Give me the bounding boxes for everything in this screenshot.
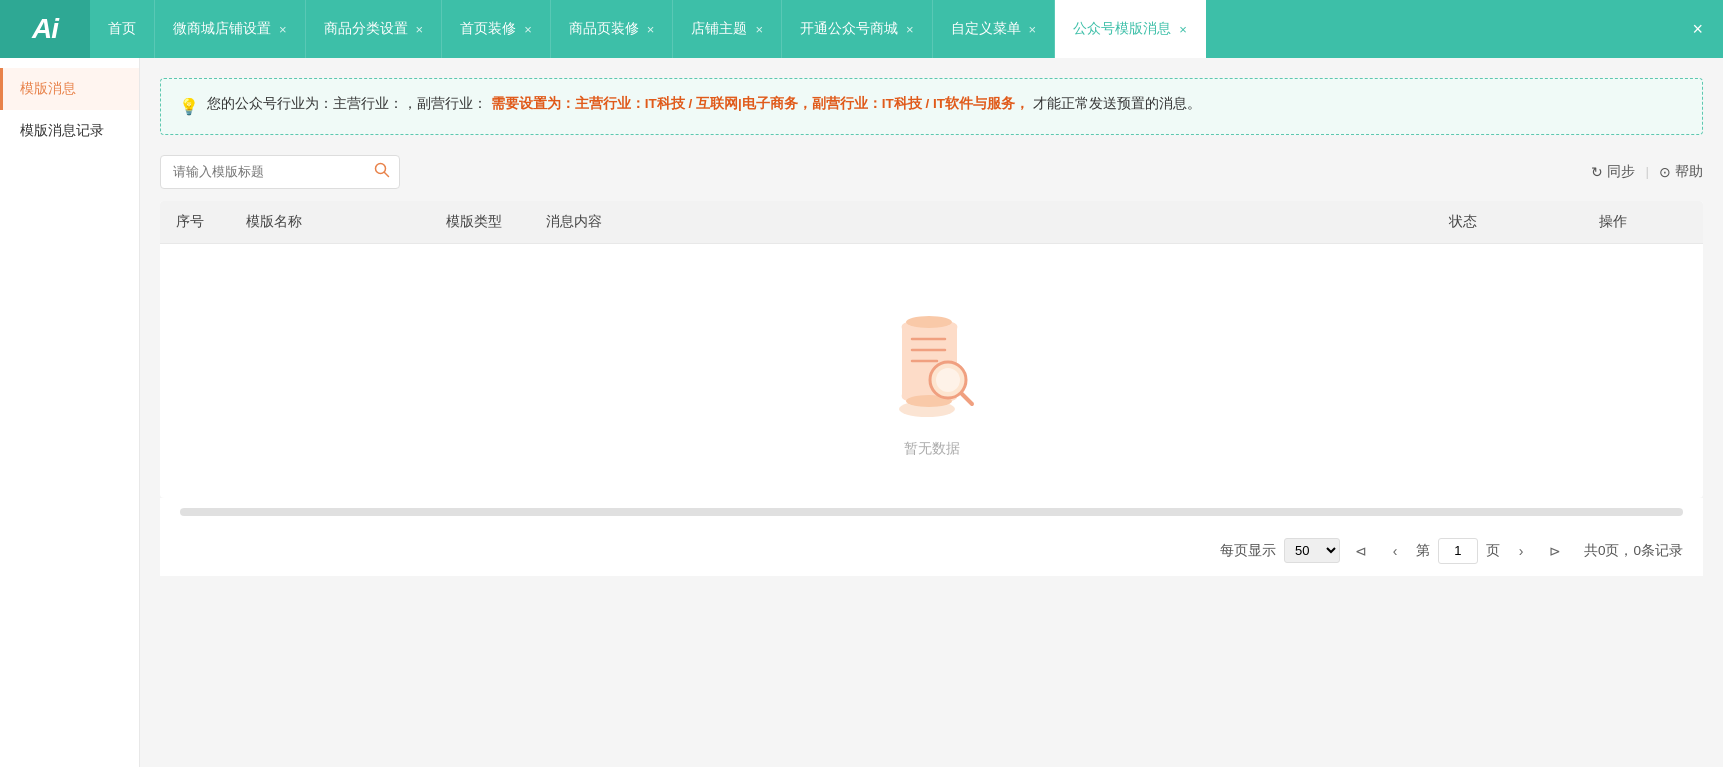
divider: | (1645, 164, 1649, 179)
page-last-button[interactable]: ⊳ (1542, 538, 1568, 564)
svg-point-3 (906, 316, 952, 328)
nav-tab-template-message[interactable]: 公众号模版消息 × (1055, 0, 1206, 58)
svg-line-1 (385, 172, 389, 176)
nav-tab-home[interactable]: 首页 (90, 0, 155, 58)
search-input-wrapper (160, 155, 400, 189)
table-col-type: 模版类型 (430, 201, 530, 244)
page-first-button[interactable]: ⊲ (1348, 538, 1374, 564)
svg-line-8 (960, 392, 972, 404)
close-icon[interactable]: × (279, 22, 287, 37)
page-label-post: 页 (1486, 542, 1500, 560)
close-all-button[interactable]: × (1672, 19, 1723, 40)
nav-tab-custom-menu[interactable]: 自定义菜单 × (933, 0, 1056, 58)
pagination: 每页显示 50 10 20 100 ⊲ ‹ 第 页 › ⊳ 共0页，0条记录 (160, 526, 1703, 576)
sidebar-item-template-message[interactable]: 模版消息 (0, 68, 139, 110)
help-icon: ⊙ (1659, 164, 1671, 180)
page-number-input[interactable] (1438, 538, 1478, 564)
sync-icon: ↻ (1591, 164, 1603, 180)
nav-tab-product-decor[interactable]: 商品页装修 × (551, 0, 674, 58)
page-next-button[interactable]: › (1508, 538, 1534, 564)
per-page-select[interactable]: 50 10 20 100 (1284, 538, 1340, 563)
scrollbar-row (160, 498, 1703, 526)
top-nav: Ai 首页 微商城店铺设置 × 商品分类设置 × 首页装修 × 商品页装修 × … (0, 0, 1723, 58)
empty-illustration (872, 304, 992, 424)
data-table: 序号 模版名称 模版类型 消息内容 状态 操作 (160, 201, 1703, 498)
empty-state-row: 暂无数据 (160, 243, 1703, 498)
svg-point-10 (936, 368, 960, 392)
empty-state: 暂无数据 (160, 244, 1703, 498)
nav-tab-category-settings[interactable]: 商品分类设置 × (306, 0, 443, 58)
search-input[interactable] (160, 155, 400, 189)
help-button[interactable]: ⊙ 帮助 (1659, 163, 1703, 181)
close-icon[interactable]: × (755, 22, 763, 37)
table-col-content: 消息内容 (530, 201, 1433, 244)
close-icon[interactable]: × (1179, 22, 1187, 37)
close-icon[interactable]: × (524, 22, 532, 37)
content-area: 💡 您的公众号行业为：主营行业：，副营行业： 需要设置为：主营行业：IT科技 /… (140, 58, 1723, 767)
table-col-name: 模版名称 (230, 201, 430, 244)
horizontal-scrollbar[interactable] (180, 508, 1683, 516)
close-icon[interactable]: × (416, 22, 424, 37)
page-total: 共0页，0条记录 (1584, 542, 1683, 560)
sidebar: 模版消息 模版消息记录 (0, 58, 140, 767)
page-label-pre: 第 (1416, 542, 1430, 560)
search-bar: ↻ 同步 | ⊙ 帮助 (160, 155, 1703, 189)
per-page-label: 每页显示 (1220, 542, 1276, 560)
page-prev-button[interactable]: ‹ (1382, 538, 1408, 564)
table-col-action: 操作 (1583, 201, 1703, 244)
table-col-seq: 序号 (160, 201, 230, 244)
brand-logo: Ai (0, 0, 90, 58)
sync-button[interactable]: ↻ 同步 (1591, 163, 1635, 181)
nav-tab-home-decor[interactable]: 首页装修 × (442, 0, 551, 58)
main-layout: 模版消息 模版消息记录 💡 您的公众号行业为：主营行业：，副营行业： 需要设置为… (0, 58, 1723, 767)
nav-tab-store-theme[interactable]: 店铺主题 × (673, 0, 782, 58)
notice-icon: 💡 (179, 94, 199, 120)
table-col-status: 状态 (1433, 201, 1583, 244)
nav-tab-open-mall[interactable]: 开通公众号商城 × (782, 0, 933, 58)
nav-tab-shop-settings[interactable]: 微商城店铺设置 × (155, 0, 306, 58)
table-header-row: 序号 模版名称 模版类型 消息内容 状态 操作 (160, 201, 1703, 244)
sidebar-item-template-message-record[interactable]: 模版消息记录 (0, 110, 139, 152)
toolbar-right: ↻ 同步 | ⊙ 帮助 (1591, 163, 1703, 181)
notice-box: 💡 您的公众号行业为：主营行业：，副营行业： 需要设置为：主营行业：IT科技 /… (160, 78, 1703, 135)
close-icon[interactable]: × (647, 22, 655, 37)
empty-text: 暂无数据 (160, 440, 1703, 458)
close-icon[interactable]: × (1029, 22, 1037, 37)
search-button[interactable] (374, 162, 390, 182)
close-icon[interactable]: × (906, 22, 914, 37)
